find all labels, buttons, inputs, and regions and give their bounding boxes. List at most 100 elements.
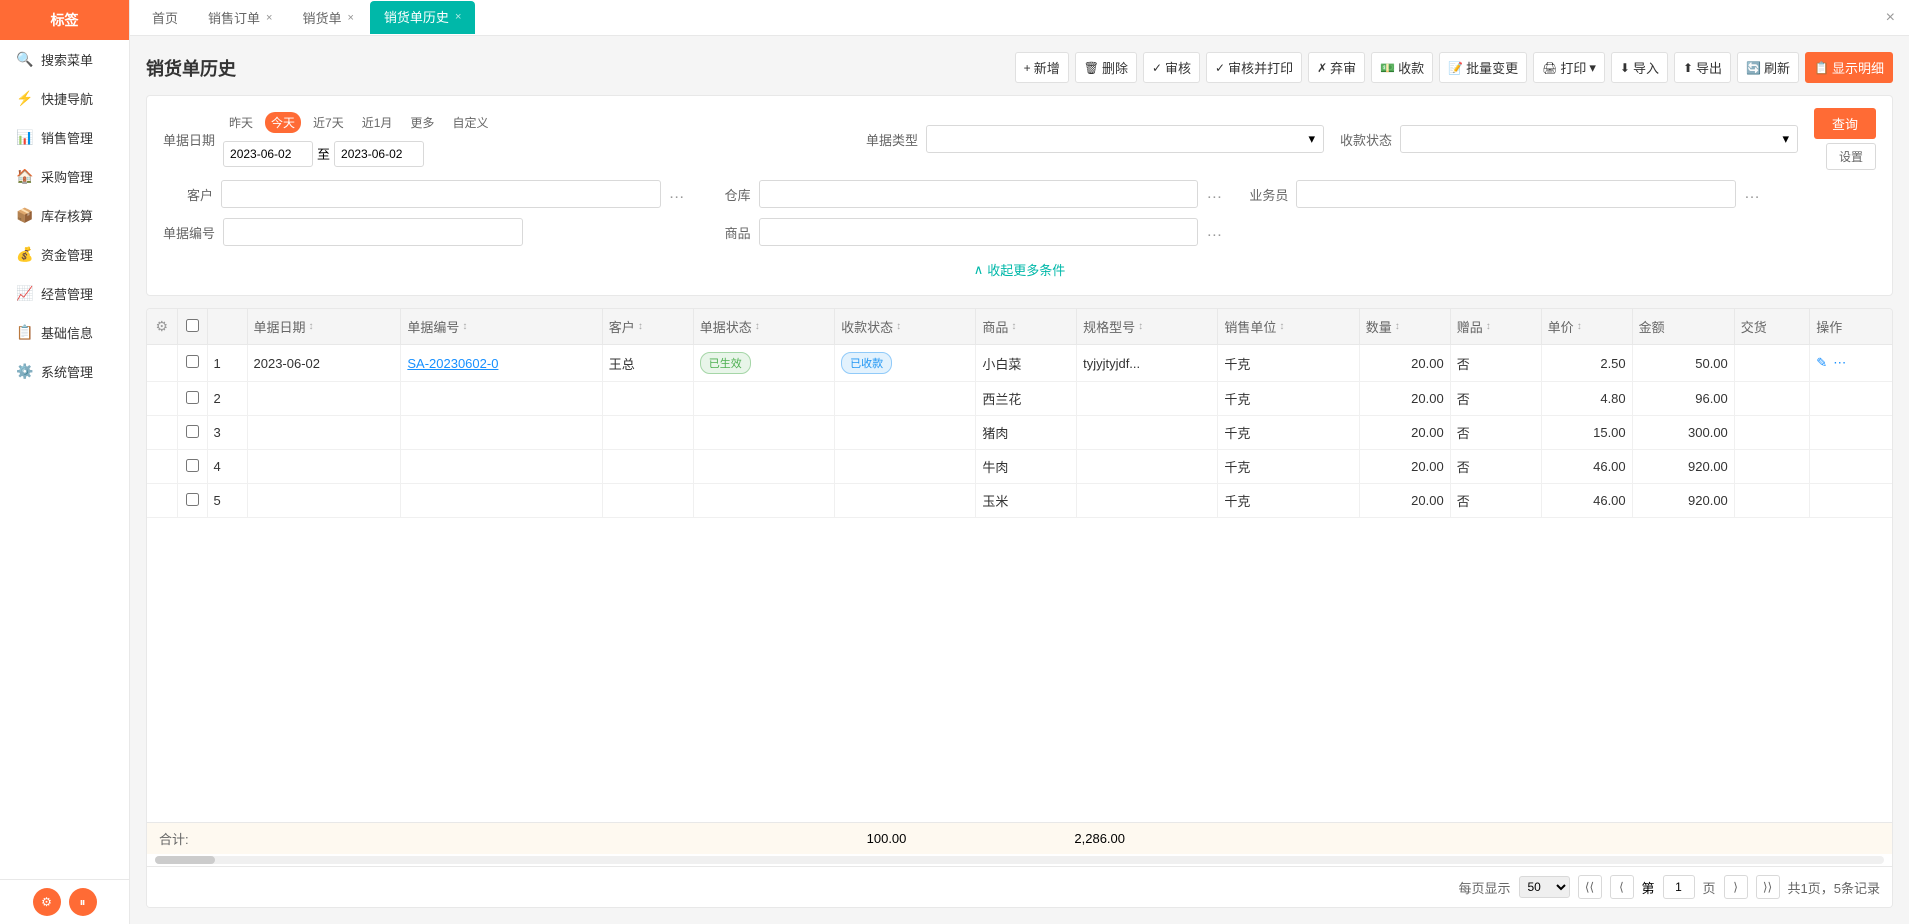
date-from-input[interactable] <box>223 141 313 167</box>
edit-op-btn[interactable]: ✎ <box>1816 355 1827 370</box>
sidebar-item-search-menu[interactable]: 🔍 搜索菜单 <box>0 40 129 79</box>
th-goods[interactable]: 商品↕ <box>976 309 1077 345</box>
tab-sales-history[interactable]: 销货单历史 × <box>370 1 475 34</box>
date-today[interactable]: 今天 <box>265 112 301 133</box>
th-qty[interactable]: 数量↕ <box>1359 309 1450 345</box>
tab-sales-order[interactable]: 销售订单 × <box>194 2 286 33</box>
tab-sales-history-close[interactable]: × <box>455 11 461 23</box>
th-checkbox[interactable] <box>177 309 207 345</box>
audit-button[interactable]: ✓ 审核 <box>1143 52 1200 83</box>
date-7days[interactable]: 近7天 <box>307 112 350 133</box>
goods-dotdot[interactable]: … <box>1206 223 1222 241</box>
th-doc-status-label: 单据状态 <box>700 317 752 336</box>
payment-status-select[interactable]: ▾ <box>1400 125 1798 153</box>
next-page-btn[interactable]: ⟩ <box>1724 875 1748 899</box>
doc-number-input[interactable] <box>223 218 523 246</box>
td-unit: 千克 <box>1218 345 1359 382</box>
warehouse-dotdot[interactable]: … <box>1206 185 1222 203</box>
date-1month[interactable]: 近1月 <box>356 112 399 133</box>
add-button[interactable]: + 新增 <box>1015 52 1069 83</box>
first-page-btn[interactable]: ⟨⟨ <box>1578 875 1602 899</box>
th-doc-status[interactable]: 单据状态↕ <box>693 309 834 345</box>
th-customer[interactable]: 客户↕ <box>602 309 693 345</box>
audit-print-button[interactable]: ✓ 审核并打印 <box>1206 52 1302 83</box>
date-more[interactable]: 更多 <box>404 112 440 133</box>
th-gift[interactable]: 赠品↕ <box>1450 309 1541 345</box>
td-checkbox[interactable] <box>177 382 207 416</box>
row-checkbox[interactable] <box>186 493 199 506</box>
customer-input[interactable] <box>221 180 661 208</box>
th-unit[interactable]: 销售单位↕ <box>1218 309 1359 345</box>
th-spec[interactable]: 规格型号↕ <box>1077 309 1218 345</box>
sidebar-item-sales-mgmt[interactable]: 📊 销售管理 <box>0 118 129 157</box>
page-number-input[interactable] <box>1663 875 1695 899</box>
export-button[interactable]: ⬆ 导出 <box>1674 52 1731 83</box>
summary-label: 合计: <box>159 829 189 848</box>
td-checkbox[interactable] <box>177 450 207 484</box>
th-price[interactable]: 单价↕ <box>1541 309 1632 345</box>
sidebar-item-ops[interactable]: 📈 经营管理 <box>0 274 129 313</box>
prev-page-btn[interactable]: ⟨ <box>1610 875 1634 899</box>
horizontal-scrollbar[interactable] <box>155 856 1884 864</box>
sidebar-item-sys-mgmt[interactable]: ⚙️ 系统管理 <box>0 352 129 391</box>
tab-sales-goods[interactable]: 销货单 × <box>288 2 367 33</box>
collect-button[interactable]: 💵 收款 <box>1371 52 1433 83</box>
row-checkbox[interactable] <box>186 425 199 438</box>
tab-home[interactable]: 首页 <box>138 2 192 33</box>
sidebar-item-inventory[interactable]: 📦 库存核算 <box>0 196 129 235</box>
tab-sales-goods-close[interactable]: × <box>347 12 353 24</box>
sidebar-item-finance[interactable]: 💰 资金管理 <box>0 235 129 274</box>
th-payment-status[interactable]: 收款状态↕ <box>835 309 976 345</box>
td-spec <box>1077 484 1218 518</box>
batch-label: 批量变更 <box>1466 58 1518 77</box>
sidebar-settings-btn[interactable]: ⚙ <box>33 888 61 916</box>
td-checkbox[interactable] <box>177 416 207 450</box>
payment-status-field: 收款状态 ▾ <box>1340 125 1798 153</box>
date-custom[interactable]: 自定义 <box>446 112 494 133</box>
table-scroll[interactable]: ⚙ 单据日期↕ 单据编号↕ <box>147 309 1892 822</box>
row-checkbox[interactable] <box>186 391 199 404</box>
import-button[interactable]: ⬇ 导入 <box>1611 52 1668 83</box>
delete-button[interactable]: 🗑 删除 <box>1075 52 1137 83</box>
td-doc-status: 已生效 <box>693 345 834 382</box>
row-checkbox[interactable] <box>186 355 199 368</box>
warehouse-input[interactable] <box>759 180 1199 208</box>
select-all-checkbox[interactable] <box>186 319 199 332</box>
column-settings-icon[interactable]: ⚙ <box>155 318 168 334</box>
sidebar-item-quick-nav[interactable]: ⚡ 快捷导航 <box>0 79 129 118</box>
th-settings[interactable]: ⚙ <box>147 309 177 345</box>
salesperson-dotdot[interactable]: … <box>1744 185 1760 203</box>
sidebar-pause-btn[interactable]: ⏸ <box>69 888 97 916</box>
collapse-conditions[interactable]: ∧ 收起更多条件 <box>163 256 1876 283</box>
set-button[interactable]: 设置 <box>1826 143 1876 170</box>
sidebar-item-basic-info[interactable]: 📋 基础信息 <box>0 313 129 352</box>
sort-icon-spec: ↕ <box>1138 321 1143 332</box>
batch-change-button[interactable]: 📝 批量变更 <box>1439 52 1527 83</box>
doc-num-link[interactable]: SA-20230602-0 <box>407 356 498 371</box>
th-doc-num[interactable]: 单据编号↕ <box>401 309 602 345</box>
goods-input[interactable] <box>759 218 1199 246</box>
salesperson-input[interactable] <box>1296 180 1736 208</box>
td-qty: 20.00 <box>1359 416 1450 450</box>
query-button[interactable]: 查询 <box>1814 108 1876 139</box>
date-yesterday[interactable]: 昨天 <box>223 112 259 133</box>
td-qty: 20.00 <box>1359 450 1450 484</box>
abandon-button[interactable]: ✗ 弃审 <box>1308 52 1365 83</box>
more-op-btn[interactable]: ⋯ <box>1833 355 1846 370</box>
customer-dotdot[interactable]: … <box>669 185 685 203</box>
tab-sales-order-close[interactable]: × <box>266 12 272 24</box>
per-page-select[interactable]: 50 100 200 <box>1519 876 1570 898</box>
refresh-button[interactable]: 🔄 刷新 <box>1737 52 1799 83</box>
row-checkbox[interactable] <box>186 459 199 472</box>
last-page-btn[interactable]: ⟩⟩ <box>1756 875 1780 899</box>
td-checkbox[interactable] <box>177 345 207 382</box>
sidebar-item-purchase-mgmt[interactable]: 🏠 采购管理 <box>0 157 129 196</box>
date-to-input[interactable] <box>334 141 424 167</box>
th-doc-date[interactable]: 单据日期↕ <box>247 309 401 345</box>
scroll-thumb[interactable] <box>155 856 215 864</box>
td-checkbox[interactable] <box>177 484 207 518</box>
print-button[interactable]: 🖨 打印 ▾ <box>1533 52 1605 83</box>
doc-type-select[interactable]: ▾ <box>926 125 1324 153</box>
show-detail-button[interactable]: 📋 显示明细 <box>1805 52 1893 83</box>
tabs-close-all[interactable]: × <box>1880 9 1901 27</box>
